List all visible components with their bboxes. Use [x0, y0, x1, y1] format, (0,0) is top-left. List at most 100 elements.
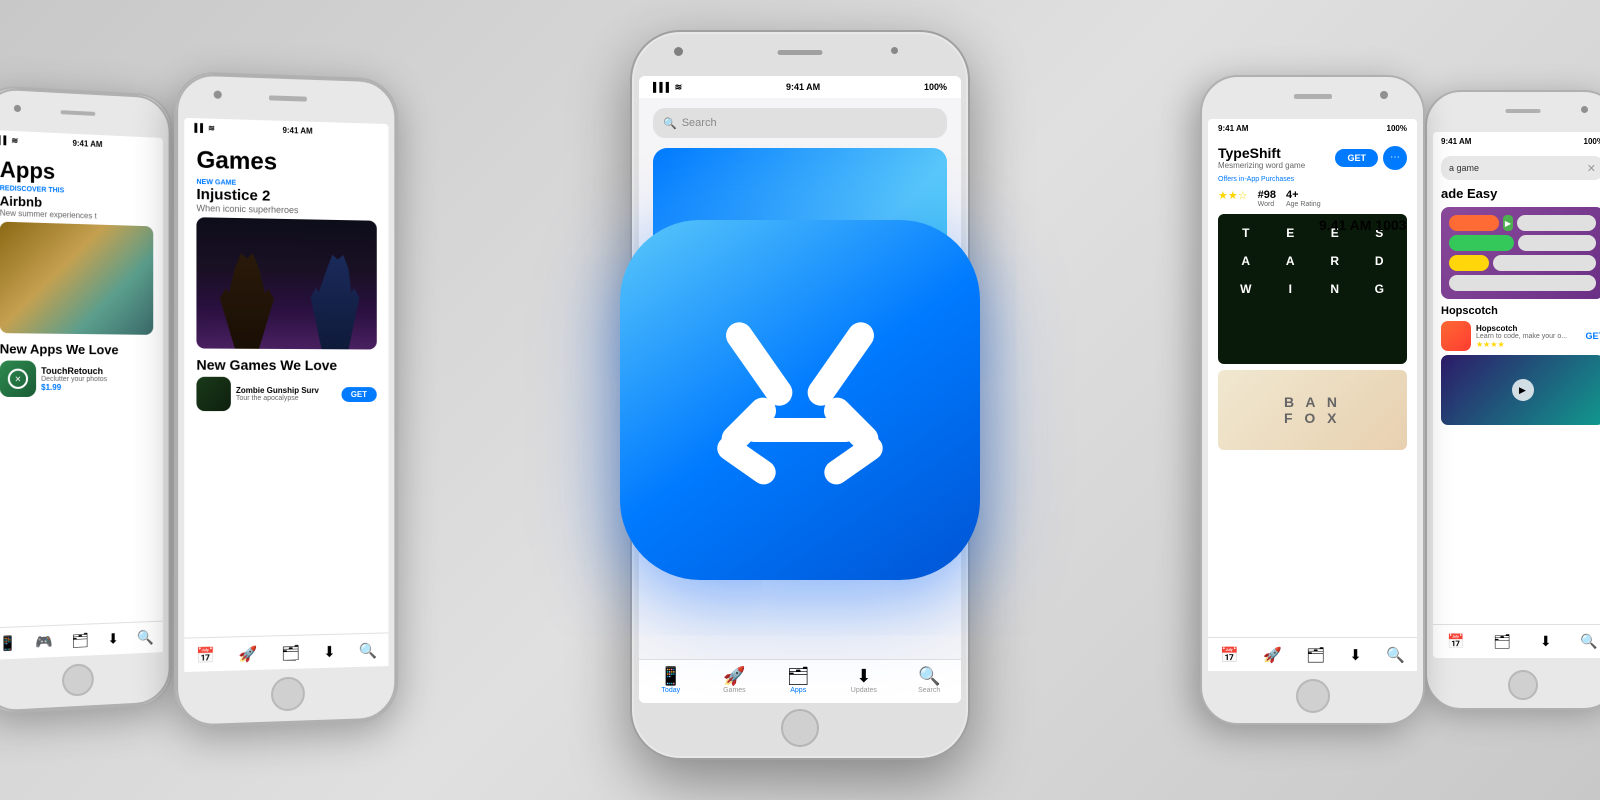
new-apps-section: New Apps We Love: [0, 341, 153, 357]
nav-games-center[interactable]: 🚀 Games: [723, 666, 746, 694]
search-placeholder: Search: [682, 117, 717, 129]
speaker: [60, 110, 95, 116]
nav-1-p5[interactable]: 📅: [1447, 633, 1464, 650]
hopscotch-row: Hopscotch Learn to code, make your o... …: [1441, 321, 1600, 351]
touchretouch-info: TouchRetouch Declutter your photos $1.99: [41, 366, 153, 392]
sensor-center: [891, 47, 898, 54]
phone-far-left: ▌▌ ≋ 9:41 AM Apps REDISCOVER THIS Airbnb…: [0, 85, 172, 716]
speaker-center: [778, 50, 823, 55]
nav-today-center[interactable]: 📱 Today: [660, 666, 682, 694]
age-display: 4+: [1286, 189, 1321, 201]
hopscotch-stars: ★★★★: [1476, 340, 1580, 349]
nav-icon-3-p2[interactable]: 🗂: [281, 643, 300, 662]
battery-p4: 100%: [1387, 124, 1407, 133]
nav-search-label: Search: [918, 687, 940, 694]
nav-2-p4[interactable]: 🚀: [1263, 646, 1282, 664]
nav-apps-p1[interactable]: 🗂: [71, 632, 89, 650]
nav-today-p1[interactable]: 📱: [0, 634, 17, 652]
get-btn-zombie[interactable]: GET: [341, 387, 377, 402]
age-label: Age Rating: [1286, 201, 1321, 208]
hopscotch-info: Hopscotch Learn to code, make your o... …: [1476, 324, 1580, 349]
nav-today-label: Today: [661, 687, 680, 694]
rank-block: #98 Word: [1258, 189, 1276, 208]
play-btn-p5[interactable]: ▶: [1512, 379, 1534, 401]
nav-3-p4[interactable]: 🗂: [1306, 646, 1325, 664]
nav-search-p1[interactable]: 🔍: [137, 629, 154, 647]
typeshift-actions: GET ⋯: [1335, 146, 1407, 170]
app-name-p1: TouchRetouch: [41, 366, 153, 377]
stars-display: ★★☆: [1218, 189, 1248, 202]
hopscotch-name-label: Hopscotch: [1476, 324, 1580, 333]
nav-icon-1-p2[interactable]: 📅: [196, 645, 215, 664]
home-button-p4[interactable]: [1296, 679, 1330, 713]
nav-icon-2-p2[interactable]: 🚀: [239, 644, 258, 663]
cell-W: W: [1224, 276, 1268, 303]
ratings-row: ★★☆ #98 Word 4+ Age Rating: [1218, 189, 1407, 208]
signal-left: ▌▌ ≋: [0, 135, 18, 145]
games-title: Games: [196, 147, 376, 180]
rank-display: #98: [1258, 189, 1276, 201]
home-button-center[interactable]: [781, 709, 819, 747]
search-icon-center: 🔍: [663, 117, 677, 130]
speaker-p2: [269, 95, 307, 101]
get-btn-typeshift[interactable]: GET: [1335, 149, 1378, 167]
clear-icon-p5[interactable]: ✕: [1587, 162, 1596, 175]
phone-second-left: ▌▌ ≋ 9:41 AM Games NEW GAME Injustice 2 …: [174, 71, 398, 729]
bar-gray-1: [1517, 215, 1596, 231]
bar-green-1: [1449, 235, 1514, 251]
hopscotch-get[interactable]: GET: [1585, 331, 1600, 341]
time-center: 9:41 AM: [786, 82, 820, 92]
cell-R: R: [1313, 248, 1357, 275]
nav-2-p5[interactable]: 🗂: [1493, 633, 1511, 650]
zombie-row: Zombie Gunship Surv Tour the apocalypse …: [196, 377, 376, 411]
nav-icon-4-p2[interactable]: ⬇: [323, 642, 335, 660]
typeshift-info: TypeShift Mesmerizing word game: [1218, 145, 1305, 170]
nav-1-p4[interactable]: 📅: [1220, 646, 1239, 664]
nav-apps-label: Apps: [790, 687, 806, 694]
time-phone1: 9:41 AM: [72, 138, 102, 148]
nav-icon-5-p2[interactable]: 🔍: [359, 641, 377, 659]
cell-A2: A: [1269, 248, 1313, 275]
game-image-injustice: [196, 217, 376, 349]
nav-search-center[interactable]: 🔍 Search: [918, 666, 940, 694]
search-bar-center[interactable]: 🔍 Search: [653, 108, 947, 138]
bar-gray-4: [1449, 275, 1596, 291]
batman-figure: [217, 248, 277, 349]
nav-apps-center[interactable]: 🗂 Apps: [787, 666, 810, 694]
nav-5-p4[interactable]: 🔍: [1386, 646, 1405, 664]
nav-4-p4[interactable]: ⬇: [1349, 646, 1362, 664]
nav-games-label: Games: [723, 687, 746, 694]
word-grid: T E E S A A R D W I N G: [1218, 214, 1407, 364]
speaker-p4: [1294, 94, 1332, 99]
cell-E1: E: [1269, 220, 1313, 247]
home-button-p2[interactable]: [271, 676, 305, 711]
age-block: 4+ Age Rating: [1286, 189, 1321, 208]
made-easy-label: ade Easy: [1441, 186, 1600, 201]
video-thumb-p5[interactable]: ▶: [1441, 355, 1600, 425]
arrow-btn: ▶: [1503, 215, 1513, 231]
cell-I: I: [1269, 276, 1313, 303]
nav-games-p1[interactable]: 🎮: [35, 633, 52, 651]
nav-updates-p1[interactable]: ⬇: [107, 630, 118, 647]
nav-3-p5[interactable]: ⬇: [1540, 633, 1552, 650]
more-btn-typeshift[interactable]: ⋯: [1383, 146, 1407, 170]
nav-apps-icon: 🗂: [787, 666, 810, 687]
camera-p2: [214, 91, 222, 99]
typeshift-title: TypeShift: [1218, 145, 1305, 161]
nav-updates-label: Updates: [851, 687, 877, 694]
cell-A1: A: [1224, 248, 1268, 275]
battery-p5: 100%: [1584, 137, 1600, 146]
nav-4-p5[interactable]: 🔍: [1580, 633, 1597, 650]
time-phone2: 9:41 AM: [282, 125, 312, 135]
detected-status-text: 9.41 AM 1003: [1319, 217, 1406, 233]
phone-second-right: 9:41 AM 100% TypeShift Mesmerizing word …: [1200, 75, 1425, 725]
bottom-nav-p1: 📱 🎮 🗂 ⬇ 🔍: [0, 621, 163, 660]
search-bar-p5[interactable]: a game ✕: [1441, 156, 1600, 180]
home-button-p5[interactable]: [1508, 670, 1538, 700]
home-button-p1[interactable]: [62, 663, 94, 697]
nav-updates-center[interactable]: ⬇ Updates: [851, 666, 877, 694]
screen-typeshift: 9:41 AM 100% TypeShift Mesmerizing word …: [1208, 119, 1417, 671]
camera-center: [674, 47, 683, 56]
offers-text: Offers in-App Purchases: [1218, 176, 1407, 183]
bar-gray-3: [1493, 255, 1596, 271]
